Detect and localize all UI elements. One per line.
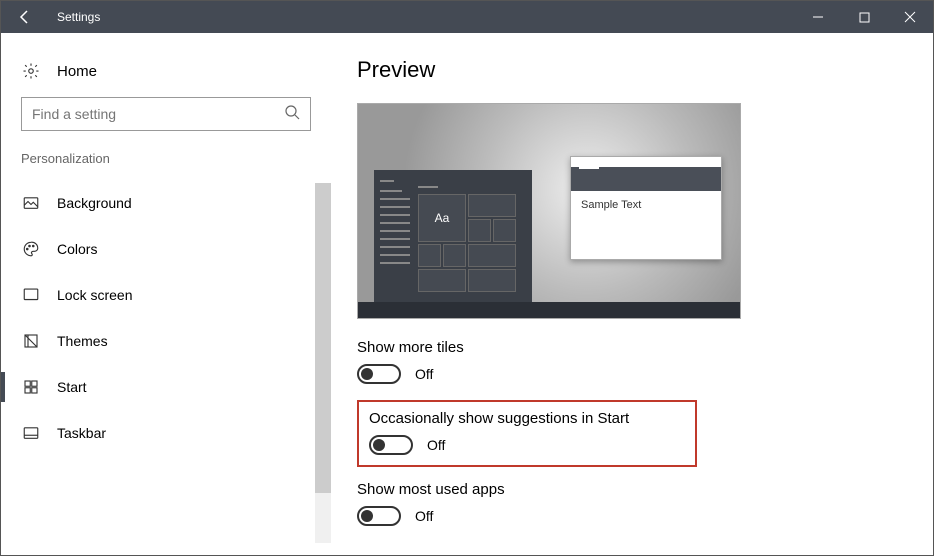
toggle-suggestions[interactable]: [369, 435, 413, 455]
toggle-most-used[interactable]: [357, 506, 401, 526]
home-button[interactable]: Home: [1, 53, 331, 97]
themes-icon: [21, 331, 41, 351]
toggle-show-more-tiles[interactable]: [357, 364, 401, 384]
toggle-state: Off: [415, 366, 433, 382]
setting-label: Show more tiles: [357, 339, 903, 356]
minimize-button[interactable]: [795, 1, 841, 33]
setting-most-used-apps: Show most used apps Off: [357, 481, 903, 526]
sidebar-item-lockscreen[interactable]: Lock screen: [1, 272, 331, 318]
sidebar-item-label: Colors: [57, 241, 97, 257]
search-box[interactable]: [21, 97, 311, 131]
sidebar-item-label: Taskbar: [57, 425, 106, 441]
close-button[interactable]: [887, 1, 933, 33]
section-label: Personalization: [1, 151, 331, 180]
setting-label: Occasionally show suggestions in Start: [369, 410, 685, 427]
main-panel: Preview Aa: [331, 33, 933, 555]
toggle-state: Off: [415, 508, 433, 524]
back-button[interactable]: [1, 1, 49, 33]
page-title: Preview: [357, 57, 903, 83]
window-title: Settings: [49, 10, 100, 24]
start-preview: Aa Sample Text: [357, 103, 741, 319]
preview-start-menu: Aa: [374, 170, 532, 302]
picture-icon: [21, 193, 41, 213]
home-label: Home: [57, 63, 97, 80]
sidebar-item-taskbar[interactable]: Taskbar: [1, 410, 331, 456]
sidebar-item-colors[interactable]: Colors: [1, 226, 331, 272]
gear-icon: [21, 61, 41, 81]
setting-suggestions-highlight: Occasionally show suggestions in Start O…: [357, 400, 697, 467]
sidebar-item-label: Themes: [57, 333, 108, 349]
titlebar: Settings: [1, 1, 933, 33]
setting-label: Show most used apps: [357, 481, 903, 498]
sidebar-item-background[interactable]: Background: [1, 180, 331, 226]
sidebar: Home Personalization Background Colors L…: [1, 33, 331, 555]
preview-tile-aa: Aa: [418, 194, 466, 242]
start-icon: [21, 377, 41, 397]
maximize-button[interactable]: [841, 1, 887, 33]
lockscreen-icon: [21, 285, 41, 305]
search-input[interactable]: [32, 106, 284, 122]
palette-icon: [21, 239, 41, 259]
preview-window: Sample Text: [570, 156, 722, 260]
toggle-state: Off: [427, 437, 445, 453]
setting-show-more-tiles: Show more tiles Off: [357, 339, 903, 384]
sidebar-item-label: Background: [57, 195, 132, 211]
sidebar-item-start[interactable]: Start: [1, 364, 331, 410]
sidebar-item-themes[interactable]: Themes: [1, 318, 331, 364]
taskbar-icon: [21, 423, 41, 443]
search-icon: [284, 104, 300, 125]
scrollbar-thumb[interactable]: [315, 183, 331, 493]
sidebar-item-label: Lock screen: [57, 287, 132, 303]
sidebar-item-label: Start: [57, 379, 87, 395]
preview-window-text: Sample Text: [571, 191, 721, 219]
scrollbar[interactable]: [315, 183, 331, 543]
